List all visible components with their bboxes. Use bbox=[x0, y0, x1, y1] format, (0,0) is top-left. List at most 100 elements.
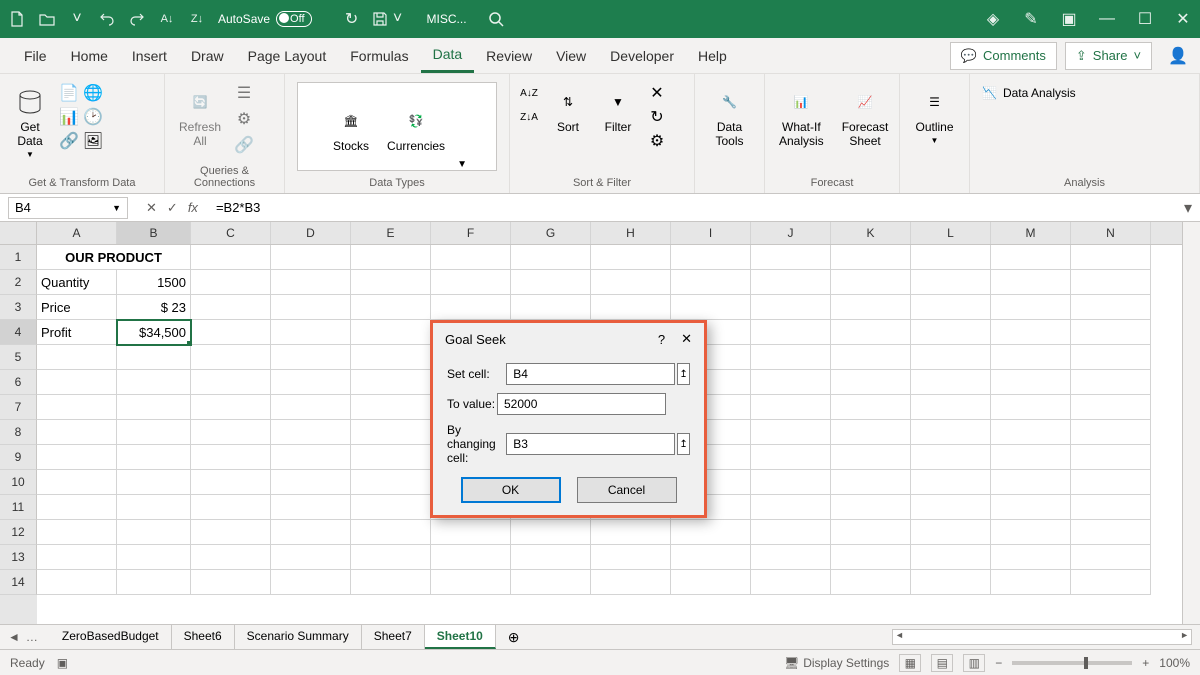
col-header-E[interactable]: E bbox=[351, 222, 431, 244]
col-header-J[interactable]: J bbox=[751, 222, 831, 244]
cell-J14[interactable] bbox=[751, 570, 831, 595]
minimize-icon[interactable]: — bbox=[1098, 10, 1116, 28]
cell-M4[interactable] bbox=[991, 320, 1071, 345]
row-header-12[interactable]: 12 bbox=[0, 520, 37, 545]
cell-D6[interactable] bbox=[271, 370, 351, 395]
tab-draw[interactable]: Draw bbox=[179, 40, 236, 72]
zoom-in-icon[interactable]: + bbox=[1142, 656, 1149, 670]
cell-L9[interactable] bbox=[911, 445, 991, 470]
row-header-6[interactable]: 6 bbox=[0, 370, 37, 395]
tab-view[interactable]: View bbox=[544, 40, 598, 72]
cell-D1[interactable] bbox=[271, 245, 351, 270]
cell-E14[interactable] bbox=[351, 570, 431, 595]
cell-K8[interactable] bbox=[831, 420, 911, 445]
cell-E5[interactable] bbox=[351, 345, 431, 370]
cell-K9[interactable] bbox=[831, 445, 911, 470]
cell-H2[interactable] bbox=[591, 270, 671, 295]
tab-insert[interactable]: Insert bbox=[120, 40, 179, 72]
normal-view-icon[interactable]: ▦ bbox=[899, 654, 921, 672]
sheet-tab-sheet6[interactable]: Sheet6 bbox=[172, 625, 235, 649]
cell-K13[interactable] bbox=[831, 545, 911, 570]
cell-L1[interactable] bbox=[911, 245, 991, 270]
tab-help[interactable]: Help bbox=[686, 40, 739, 72]
chevron-down-icon[interactable]: ˅ bbox=[389, 10, 407, 28]
dialog-help-icon[interactable]: ? bbox=[658, 332, 665, 347]
sheet-tab-scenario-summary[interactable]: Scenario Summary bbox=[235, 625, 362, 649]
new-file-icon[interactable] bbox=[8, 10, 26, 28]
cell-A5[interactable] bbox=[37, 345, 117, 370]
cell-D3[interactable] bbox=[271, 295, 351, 320]
row-header-7[interactable]: 7 bbox=[0, 395, 37, 420]
cell-E12[interactable] bbox=[351, 520, 431, 545]
row-header-14[interactable]: 14 bbox=[0, 570, 37, 595]
properties-icon[interactable]: ⚙ bbox=[233, 108, 255, 130]
recent-sources-icon[interactable]: 🕑 bbox=[82, 106, 104, 128]
cell-C7[interactable] bbox=[191, 395, 271, 420]
cell-B6[interactable] bbox=[117, 370, 191, 395]
cell-E11[interactable] bbox=[351, 495, 431, 520]
sort-desc-icon[interactable]: Z↓ bbox=[188, 10, 206, 28]
cell-F14[interactable] bbox=[431, 570, 511, 595]
currencies-button[interactable]: 💱 Currencies bbox=[381, 101, 451, 157]
cell-C13[interactable] bbox=[191, 545, 271, 570]
get-data-button[interactable]: Get Data ▼ bbox=[8, 82, 52, 163]
col-header-H[interactable]: H bbox=[591, 222, 671, 244]
user-icon[interactable]: 👤 bbox=[1168, 46, 1188, 66]
cell-K4[interactable] bbox=[831, 320, 911, 345]
sheet-nav-prev-icon[interactable]: ◄ bbox=[8, 630, 20, 644]
row-header-10[interactable]: 10 bbox=[0, 470, 37, 495]
cell-K14[interactable] bbox=[831, 570, 911, 595]
cancel-button[interactable]: Cancel bbox=[577, 477, 677, 503]
cell-G3[interactable] bbox=[511, 295, 591, 320]
sheet-tab-sheet7[interactable]: Sheet7 bbox=[362, 625, 425, 649]
col-header-K[interactable]: K bbox=[831, 222, 911, 244]
row-header-4[interactable]: 4 bbox=[0, 320, 37, 345]
cell-D14[interactable] bbox=[271, 570, 351, 595]
cell-M14[interactable] bbox=[991, 570, 1071, 595]
row-header-8[interactable]: 8 bbox=[0, 420, 37, 445]
cell-C1[interactable] bbox=[191, 245, 271, 270]
cell-K3[interactable] bbox=[831, 295, 911, 320]
set-cell-ref-button[interactable]: ↥ bbox=[677, 363, 690, 385]
cell-E8[interactable] bbox=[351, 420, 431, 445]
cell-G14[interactable] bbox=[511, 570, 591, 595]
cell-E1[interactable] bbox=[351, 245, 431, 270]
cell-H14[interactable] bbox=[591, 570, 671, 595]
cell-D11[interactable] bbox=[271, 495, 351, 520]
cell-K6[interactable] bbox=[831, 370, 911, 395]
cell-A12[interactable] bbox=[37, 520, 117, 545]
cell-L7[interactable] bbox=[911, 395, 991, 420]
tab-file[interactable]: File bbox=[12, 40, 59, 72]
cell-K10[interactable] bbox=[831, 470, 911, 495]
cell-D2[interactable] bbox=[271, 270, 351, 295]
cell-L8[interactable] bbox=[911, 420, 991, 445]
sheet-nav-more-icon[interactable]: … bbox=[26, 630, 38, 644]
cell-N1[interactable] bbox=[1071, 245, 1151, 270]
cell-C4[interactable] bbox=[191, 320, 271, 345]
cell-N14[interactable] bbox=[1071, 570, 1151, 595]
zoom-slider[interactable] bbox=[1012, 661, 1132, 665]
sync-icon[interactable]: ↻ bbox=[343, 10, 361, 28]
refresh-all-button[interactable]: 🔄 Refresh All bbox=[173, 82, 227, 152]
cell-G12[interactable] bbox=[511, 520, 591, 545]
sheet-tab-sheet10[interactable]: Sheet10 bbox=[425, 625, 496, 649]
row-header-2[interactable]: 2 bbox=[0, 270, 37, 295]
cell-M12[interactable] bbox=[991, 520, 1071, 545]
cell-G2[interactable] bbox=[511, 270, 591, 295]
cell-J9[interactable] bbox=[751, 445, 831, 470]
clear-icon[interactable]: ✕ bbox=[646, 82, 668, 104]
cell-M10[interactable] bbox=[991, 470, 1071, 495]
cell-A11[interactable] bbox=[37, 495, 117, 520]
row-header-11[interactable]: 11 bbox=[0, 495, 37, 520]
tab-review[interactable]: Review bbox=[474, 40, 544, 72]
row-header-9[interactable]: 9 bbox=[0, 445, 37, 470]
stocks-button[interactable]: 🏛 Stocks bbox=[327, 101, 375, 157]
set-cell-input[interactable] bbox=[506, 363, 675, 385]
filter-button[interactable]: ▼ Filter bbox=[596, 82, 640, 138]
cell-M2[interactable] bbox=[991, 270, 1071, 295]
cell-F2[interactable] bbox=[431, 270, 511, 295]
cell-B13[interactable] bbox=[117, 545, 191, 570]
formula-input[interactable]: =B2*B3 bbox=[208, 198, 1176, 217]
cell-M7[interactable] bbox=[991, 395, 1071, 420]
cell-J7[interactable] bbox=[751, 395, 831, 420]
